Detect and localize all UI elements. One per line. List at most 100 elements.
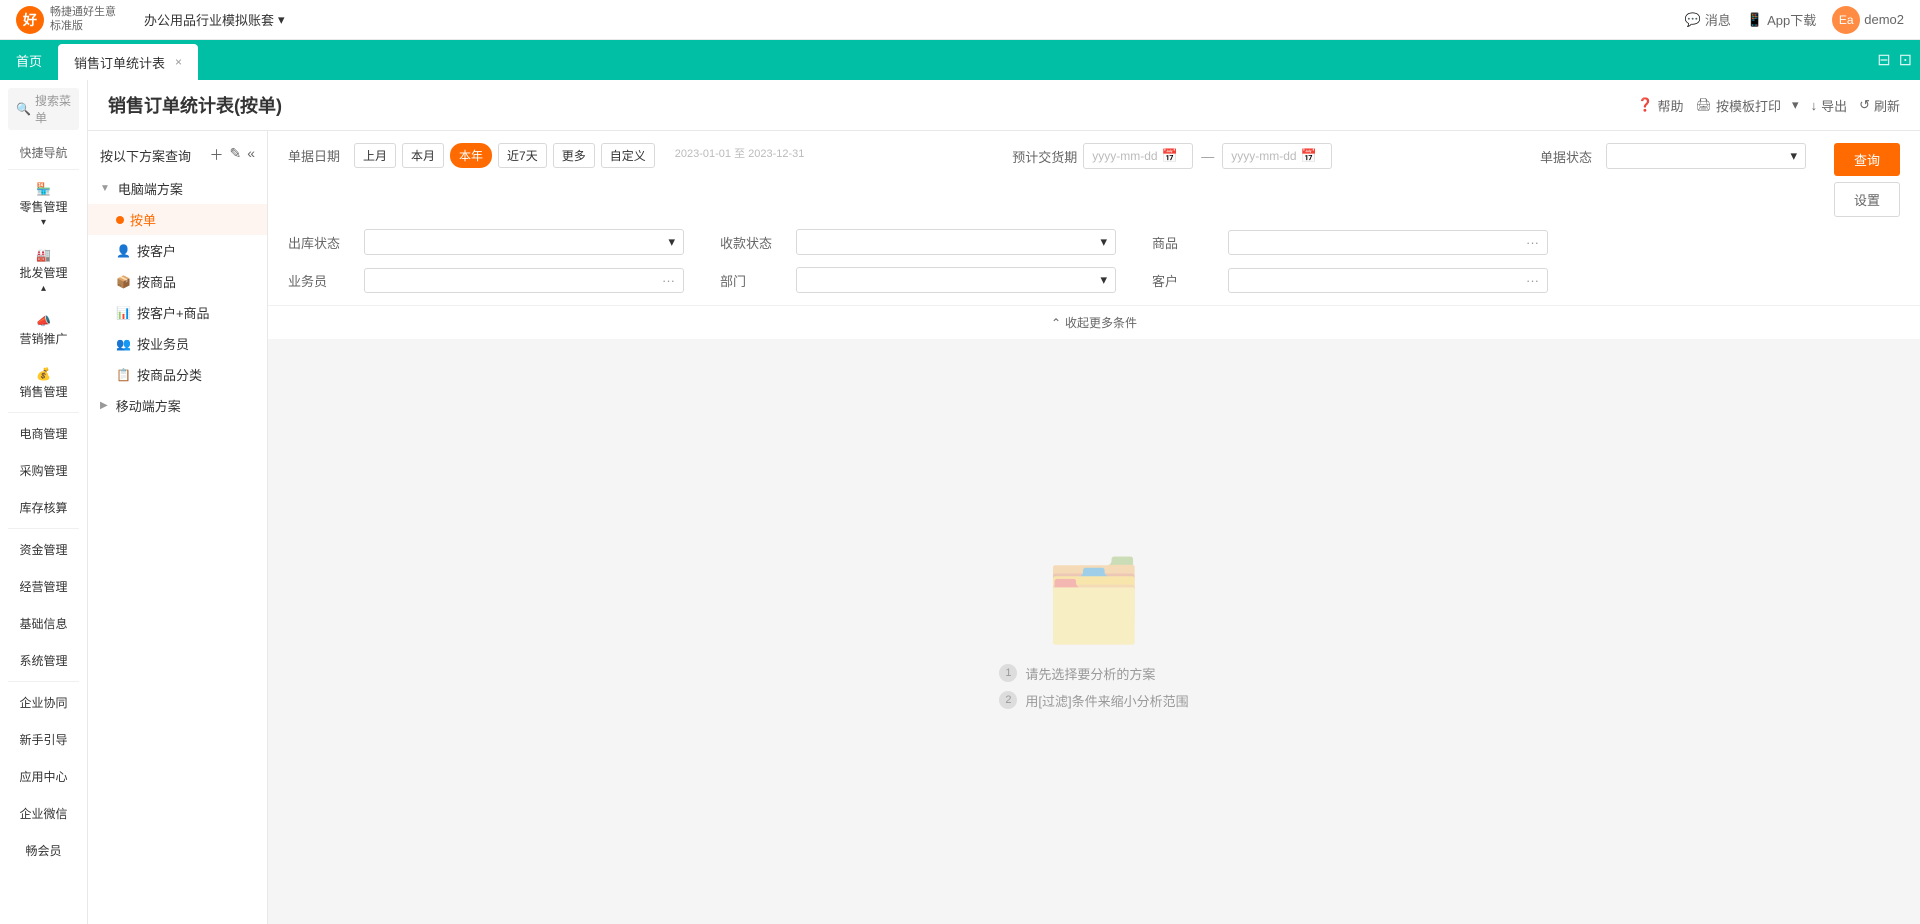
scheme-item-by-order[interactable]: 按单 [88, 204, 267, 235]
date-btn-more[interactable]: 更多 [553, 143, 595, 168]
tab-bar-actions: ⊟ ⊡ [1877, 50, 1920, 70]
sidebar-item-wechat[interactable]: 企业微信 [0, 795, 87, 832]
date-btn-this-month[interactable]: 本月 [402, 143, 444, 168]
scheme-item-by-category[interactable]: 📋 按商品分类 [88, 359, 267, 390]
tab-home[interactable]: 首页 [0, 40, 58, 80]
refresh-icon: ↺ [1859, 97, 1870, 113]
collapse-panel-icon[interactable]: « [247, 145, 255, 165]
export-button[interactable]: ↓ 导出 [1811, 96, 1848, 115]
customer-input[interactable]: ··· [1228, 268, 1548, 293]
payment-status-select[interactable]: ▾ [796, 229, 1116, 255]
category-icon: 📋 [116, 368, 131, 382]
tab-expand-icon[interactable]: ⊡ [1899, 50, 1912, 70]
template-print-button[interactable]: 🖨 按模板打印 ▾ [1696, 96, 1799, 115]
tab-bar: 首页 销售订单统计表 × ⊟ ⊡ [0, 40, 1920, 80]
tab-close-icon[interactable]: × [175, 55, 182, 69]
goods-icon: 📦 [116, 275, 131, 289]
tab-sales-statistics[interactable]: 销售订单统计表 × [58, 44, 198, 80]
delivery-date-from[interactable]: yyyy-mm-dd 📅 [1083, 143, 1193, 169]
sidebar-item-enterprise[interactable]: 企业协同 [0, 684, 87, 721]
sidebar-item-sales[interactable]: 💰 销售管理 [0, 357, 87, 410]
sidebar-item-guide[interactable]: 新手引导 [0, 721, 87, 758]
department-select[interactable]: ▾ [796, 267, 1116, 293]
out-status-select[interactable]: ▾ [364, 229, 684, 255]
scheme-item-by-customer-goods[interactable]: 📊 按客户+商品 [88, 297, 267, 328]
sidebar-item-wholesale[interactable]: 🏭 批发管理 ▴ [0, 238, 87, 304]
scheme-item-by-goods[interactable]: 📦 按商品 [88, 266, 267, 297]
help-icon: ❓ [1637, 97, 1653, 113]
tree-expand-icon-mobile[interactable]: ▶ [100, 400, 108, 411]
tree-mobile-section[interactable]: ▶ 移动端方案 [88, 390, 267, 421]
calendar-icon: 📅 [1162, 148, 1178, 164]
tab-minimize-icon[interactable]: ⊟ [1877, 50, 1890, 70]
settings-button[interactable]: 设置 [1834, 182, 1900, 217]
date-btn-last-7-days[interactable]: 近7天 [498, 143, 547, 168]
filter-row-3: 业务员 ··· 部门 ▾ 客户 [288, 267, 1900, 293]
customer-dots-icon[interactable]: ··· [1526, 273, 1539, 288]
scheme-item-by-staff[interactable]: 👥 按业务员 [88, 328, 267, 359]
filter-row-1: 单据日期 上月 本月 本年 近7天 更多 自定义 [288, 143, 1900, 217]
status-select[interactable]: ▾ [1606, 143, 1806, 169]
sidebar-item-system[interactable]: 系统管理 [0, 642, 87, 679]
sidebar-nav-shortcut[interactable]: 快捷导航 [0, 138, 87, 167]
sidebar-search[interactable]: 🔍 搜索菜单 [0, 80, 87, 138]
delivery-date-to[interactable]: yyyy-mm-dd 📅 [1222, 143, 1332, 169]
delivery-date-label: 预计交货期 [1012, 147, 1077, 166]
sidebar-item-retail[interactable]: 🏪 零售管理 ▾ [0, 172, 87, 238]
main-layout: 🔍 搜索菜单 快捷导航 🏪 零售管理 ▾ 🏭 批发管理 ▴ 📣 营销推广 💰 销… [0, 80, 1920, 924]
empty-tips: 1 请先选择要分析的方案 2 用[过滤]条件来缩小分析范围 [999, 664, 1188, 710]
sidebar-item-member[interactable]: 畅会员 [0, 832, 87, 869]
goods-input[interactable]: ··· [1228, 230, 1548, 255]
sidebar-divider-1 [8, 169, 79, 170]
date-btn-custom[interactable]: 自定义 [601, 143, 655, 168]
date-btn-this-year[interactable]: 本年 [450, 143, 492, 168]
collapse-bar[interactable]: ⌃ 收起更多条件 [268, 305, 1920, 339]
search-input-area[interactable]: 🔍 搜索菜单 [8, 88, 79, 130]
sidebar-item-apps[interactable]: 应用中心 [0, 758, 87, 795]
tip-num-1: 1 [999, 664, 1017, 682]
app-download-button[interactable]: 📱 App下载 [1747, 10, 1816, 29]
date-options-group: 上月 本月 本年 近7天 更多 自定义 [354, 143, 655, 168]
content-area: 销售订单统计表(按单) ❓ 帮助 🖨 按模板打印 ▾ ↓ 导出 ↺ 刷新 [88, 80, 1920, 924]
query-button[interactable]: 查询 [1834, 143, 1900, 176]
refresh-button[interactable]: ↺ 刷新 [1859, 96, 1900, 115]
out-status-label: 出库状态 [288, 233, 348, 252]
account-selector[interactable]: 办公用品行业模拟账套 ▾ [144, 10, 285, 29]
print-dropdown-icon[interactable]: ▾ [1785, 97, 1799, 113]
date-label: 单据日期 [288, 146, 348, 165]
edit-scheme-icon[interactable]: ✎ [229, 145, 241, 165]
left-panel: 按以下方案查询 ＋ ✎ « ▼ 电脑端方案 按单 👤 [88, 131, 268, 924]
scheme-item-by-customer[interactable]: 👤 按客户 [88, 235, 267, 266]
salesperson-dots-icon[interactable]: ··· [662, 273, 675, 288]
tree-desktop-section: ▼ 电脑端方案 [88, 173, 267, 204]
sidebar-item-operations[interactable]: 经营管理 [0, 568, 87, 605]
customer-label: 客户 [1152, 271, 1212, 290]
tree-expand-icon[interactable]: ▼ [100, 183, 110, 194]
retail-icon: 🏪 [36, 182, 51, 196]
date-btn-last-month[interactable]: 上月 [354, 143, 396, 168]
top-bar-left: 好 畅捷通好生意 标准版 办公用品行业模拟账套 ▾ [16, 6, 285, 34]
goods-dots-icon[interactable]: ··· [1526, 235, 1539, 250]
sidebar-item-ecommerce[interactable]: 电商管理 [0, 415, 87, 452]
filter-section: 单据日期 上月 本月 本年 近7天 更多 自定义 [268, 131, 1920, 339]
sidebar-item-finance[interactable]: 资金管理 [0, 531, 87, 568]
salesperson-input[interactable]: ··· [364, 268, 684, 293]
collapse-icon: ⌃ [1051, 316, 1061, 330]
sidebar-item-purchase[interactable]: 采购管理 [0, 452, 87, 489]
combo-icon: 📊 [116, 306, 131, 320]
message-button[interactable]: 💬 消息 [1685, 10, 1731, 29]
chevron-down-icon: ▾ [278, 12, 285, 28]
salesperson-label: 业务员 [288, 271, 348, 290]
sidebar-item-marketing[interactable]: 📣 营销推广 [0, 304, 87, 357]
empty-tip-1: 1 请先选择要分析的方案 [999, 664, 1188, 683]
top-bar: 好 畅捷通好生意 标准版 办公用品行业模拟账套 ▾ 💬 消息 📱 App下载 E… [0, 0, 1920, 40]
user-menu[interactable]: Ea demo2 [1832, 6, 1904, 34]
sidebar-item-inventory[interactable]: 库存核算 [0, 489, 87, 526]
payment-status-arrow: ▾ [1100, 234, 1107, 250]
sidebar-item-basic[interactable]: 基础信息 [0, 605, 87, 642]
goods-label: 商品 [1152, 233, 1212, 252]
help-button[interactable]: ❓ 帮助 [1637, 96, 1683, 115]
date-separator: — [1199, 149, 1216, 164]
download-icon: 📱 [1747, 12, 1763, 28]
add-scheme-icon[interactable]: ＋ [209, 145, 223, 165]
